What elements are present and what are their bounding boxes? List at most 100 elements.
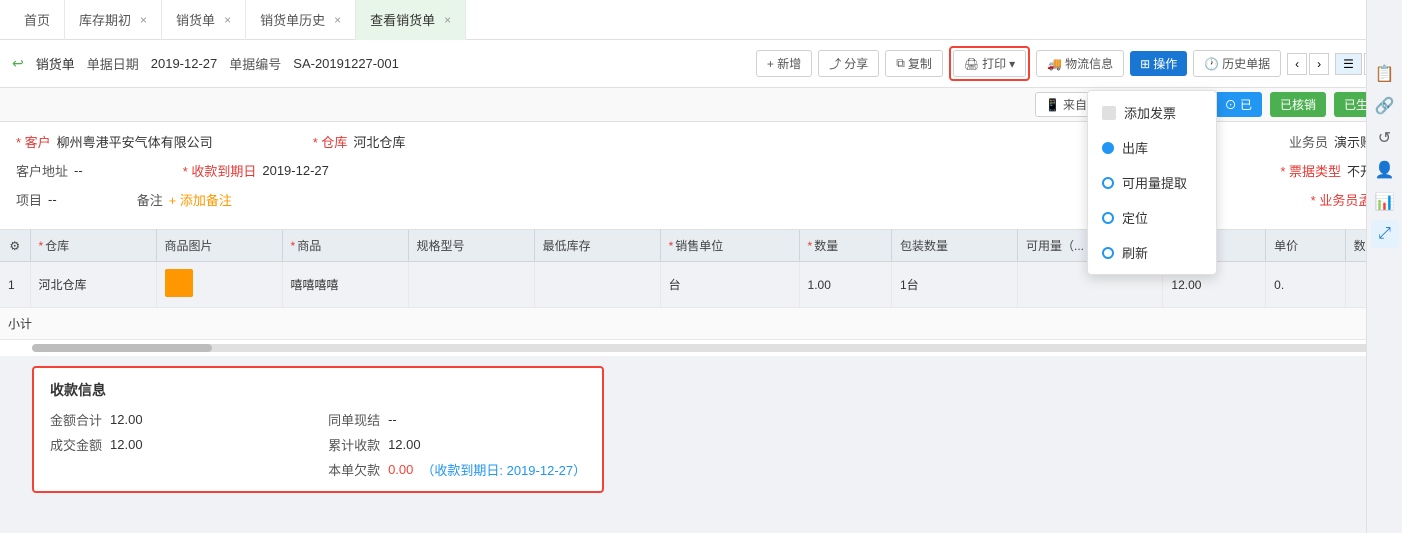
tab-sales-history[interactable]: 销货单历史 × bbox=[246, 0, 356, 40]
view-list-btn[interactable]: ☰ bbox=[1335, 53, 1362, 75]
history-label: 历史单据 bbox=[1222, 55, 1270, 72]
tab-sales-history-label: 销货单历史 bbox=[260, 10, 325, 29]
tab-sales-close[interactable]: × bbox=[224, 13, 231, 27]
address-group: 客户地址 -- bbox=[16, 161, 83, 180]
nav-prev-btn[interactable]: ‹ bbox=[1287, 53, 1307, 75]
payment-row-amount: 金额合计 12.00 bbox=[50, 410, 308, 429]
due-date-label: * 收款到期日 bbox=[183, 161, 257, 180]
note-label: 备注 bbox=[137, 190, 163, 209]
transaction-amount-value: 12.00 bbox=[110, 437, 143, 452]
tab-inventory-close[interactable]: × bbox=[140, 13, 147, 27]
address-value: -- bbox=[74, 163, 83, 178]
new-button[interactable]: + 新增 bbox=[756, 50, 812, 77]
sidebar-icon-2[interactable]: 🔗 bbox=[1371, 92, 1399, 120]
current-arrears-value: 0.00 bbox=[388, 462, 413, 477]
scrollbar-thumb[interactable] bbox=[32, 344, 212, 352]
sold-btn[interactable]: 已核销 bbox=[1270, 92, 1326, 117]
right-sidebar: 📋 🔗 ↺ 👤 📊 ⤢ bbox=[1366, 0, 1402, 533]
col-warehouse: *仓库 bbox=[30, 230, 156, 262]
add-note-btn[interactable]: + 添加备注 bbox=[169, 190, 232, 209]
nav-next-btn[interactable]: › bbox=[1309, 53, 1329, 75]
payment-row-transaction: 成交金额 12.00 bbox=[50, 435, 308, 454]
doc-info: ↩ 销货单 单据日期 2019-12-27 单据编号 SA-20191227-0… bbox=[12, 54, 750, 73]
subtotal-row: 小计 bbox=[0, 308, 1402, 340]
doc-type-label: 销货单 bbox=[36, 54, 75, 73]
row-spec bbox=[408, 262, 534, 308]
doc-type-icon: ↩ bbox=[12, 55, 24, 72]
operate-button[interactable]: ⊞ 操作 bbox=[1130, 51, 1187, 76]
dropdown-available-qty[interactable]: 可用量提取 bbox=[1088, 165, 1216, 200]
tab-view-sales[interactable]: 查看销货单 × bbox=[356, 0, 466, 40]
subtotal-label: 小计 bbox=[0, 308, 1402, 340]
row-unit-price: 0. bbox=[1266, 262, 1346, 308]
add-invoice-label: 添加发票 bbox=[1124, 103, 1176, 122]
sidebar-icon-expand[interactable]: ⤢ bbox=[1371, 220, 1399, 248]
row-product-img bbox=[156, 262, 282, 308]
payment-grid: 金额合计 12.00 同单现结 -- 成交金额 12.00 累计收款 12.00 bbox=[50, 410, 586, 479]
dropdown-refresh[interactable]: 刷新 bbox=[1088, 235, 1216, 270]
scrollbar-track[interactable] bbox=[32, 344, 1370, 352]
ticket-type-label: * 票据类型 bbox=[1280, 161, 1341, 180]
payment-section: 收款信息 金额合计 12.00 同单现结 -- 成交金额 12.00 累计收款 … bbox=[32, 366, 604, 493]
dropdown-out-stock[interactable]: 出库 bbox=[1088, 130, 1216, 165]
tab-sales-history-close[interactable]: × bbox=[334, 13, 341, 27]
tab-view-sales-close[interactable]: × bbox=[444, 13, 451, 27]
print-label: 打印 bbox=[982, 55, 1006, 72]
doc-date-label: 单据日期 bbox=[87, 54, 139, 73]
logistics-label: 物流信息 bbox=[1065, 55, 1113, 72]
history-icon: 🕐 bbox=[1204, 57, 1219, 71]
tab-inventory-label: 库存期初 bbox=[79, 10, 131, 29]
print-icon: 🖨 bbox=[964, 57, 979, 71]
due-date-group: * 收款到期日 2019-12-27 bbox=[183, 161, 329, 180]
project-value: -- bbox=[48, 192, 57, 207]
table-scrollbar[interactable] bbox=[0, 340, 1402, 356]
product-image bbox=[165, 269, 193, 297]
cumulative-receipt-value: 12.00 bbox=[388, 437, 421, 452]
col-product: *商品 bbox=[282, 230, 408, 262]
payment-row-cumulative: 累计收款 12.00 bbox=[328, 435, 586, 454]
col-unit-price: 单价 bbox=[1266, 230, 1346, 262]
tab-inventory-init[interactable]: 库存期初 × bbox=[65, 0, 162, 40]
row-sales-unit: 台 bbox=[660, 262, 799, 308]
confirm-btn[interactable]: ⊙ 已 bbox=[1215, 92, 1262, 117]
sidebar-icon-3[interactable]: ↺ bbox=[1371, 124, 1399, 152]
print-chevron: ▾ bbox=[1009, 57, 1015, 71]
history-button[interactable]: 🕐 历史单据 bbox=[1193, 50, 1281, 77]
row-index: 1 bbox=[0, 262, 30, 308]
sidebar-icon-4[interactable]: 👤 bbox=[1371, 156, 1399, 184]
col-min-stock: 最低库存 bbox=[534, 230, 660, 262]
note-group: 备注 + 添加备注 bbox=[137, 190, 232, 209]
due-date-value: 2019-12-27 bbox=[262, 163, 329, 178]
salesperson-label: * 业务员孟 bbox=[1311, 190, 1372, 209]
customer-label: * 客户 bbox=[16, 132, 51, 151]
due-date-note: （收款到期日: 2019-12-27） bbox=[421, 460, 586, 479]
available-qty-label: 可用量提取 bbox=[1122, 173, 1187, 192]
col-pack-qty: 包装数量 bbox=[891, 230, 1017, 262]
dropdown-location[interactable]: 定位 bbox=[1088, 200, 1216, 235]
tab-home[interactable]: 首页 bbox=[10, 0, 65, 40]
cumulative-receipt-label: 累计收款 bbox=[328, 435, 380, 454]
logistics-button[interactable]: 🚚 物流信息 bbox=[1036, 50, 1124, 77]
operate-dropdown-menu: 添加发票 出库 可用量提取 定位 刷新 bbox=[1087, 90, 1217, 275]
print-button[interactable]: 🖨 打印 ▾ bbox=[953, 50, 1026, 77]
tab-sales-order[interactable]: 销货单 × bbox=[162, 0, 246, 40]
col-settings[interactable]: ⚙ bbox=[0, 230, 30, 262]
dropdown-add-invoice[interactable]: 添加发票 bbox=[1088, 95, 1216, 130]
current-arrears-label: 本单欠款 bbox=[328, 460, 380, 479]
doc-number-value: SA-20191227-001 bbox=[293, 56, 399, 71]
share-button[interactable]: ⤴ 分享 bbox=[818, 50, 879, 77]
copy-button[interactable]: ⧉ 复制 bbox=[885, 50, 943, 77]
out-stock-label: 出库 bbox=[1122, 138, 1148, 157]
doc-number-label: 单据编号 bbox=[229, 54, 281, 73]
col-spec: 规格型号 bbox=[408, 230, 534, 262]
copy-icon: ⧉ bbox=[896, 56, 905, 71]
refresh-label: 刷新 bbox=[1122, 243, 1148, 262]
sidebar-icon-5[interactable]: 📊 bbox=[1371, 188, 1399, 216]
row-quantity: 1.00 bbox=[799, 262, 891, 308]
operator-label: 业务员 bbox=[1289, 132, 1328, 151]
toolbar-actions: + 新增 ⤴ 分享 ⧉ 复制 🖨 打印 ▾ 🚚 物流信息 ⊞ bbox=[756, 46, 1390, 81]
sidebar-icon-1[interactable]: 📋 bbox=[1371, 60, 1399, 88]
warehouse-value: 河北仓库 bbox=[353, 132, 405, 151]
transaction-amount-label: 成交金额 bbox=[50, 435, 102, 454]
col-quantity: *数量 bbox=[799, 230, 891, 262]
